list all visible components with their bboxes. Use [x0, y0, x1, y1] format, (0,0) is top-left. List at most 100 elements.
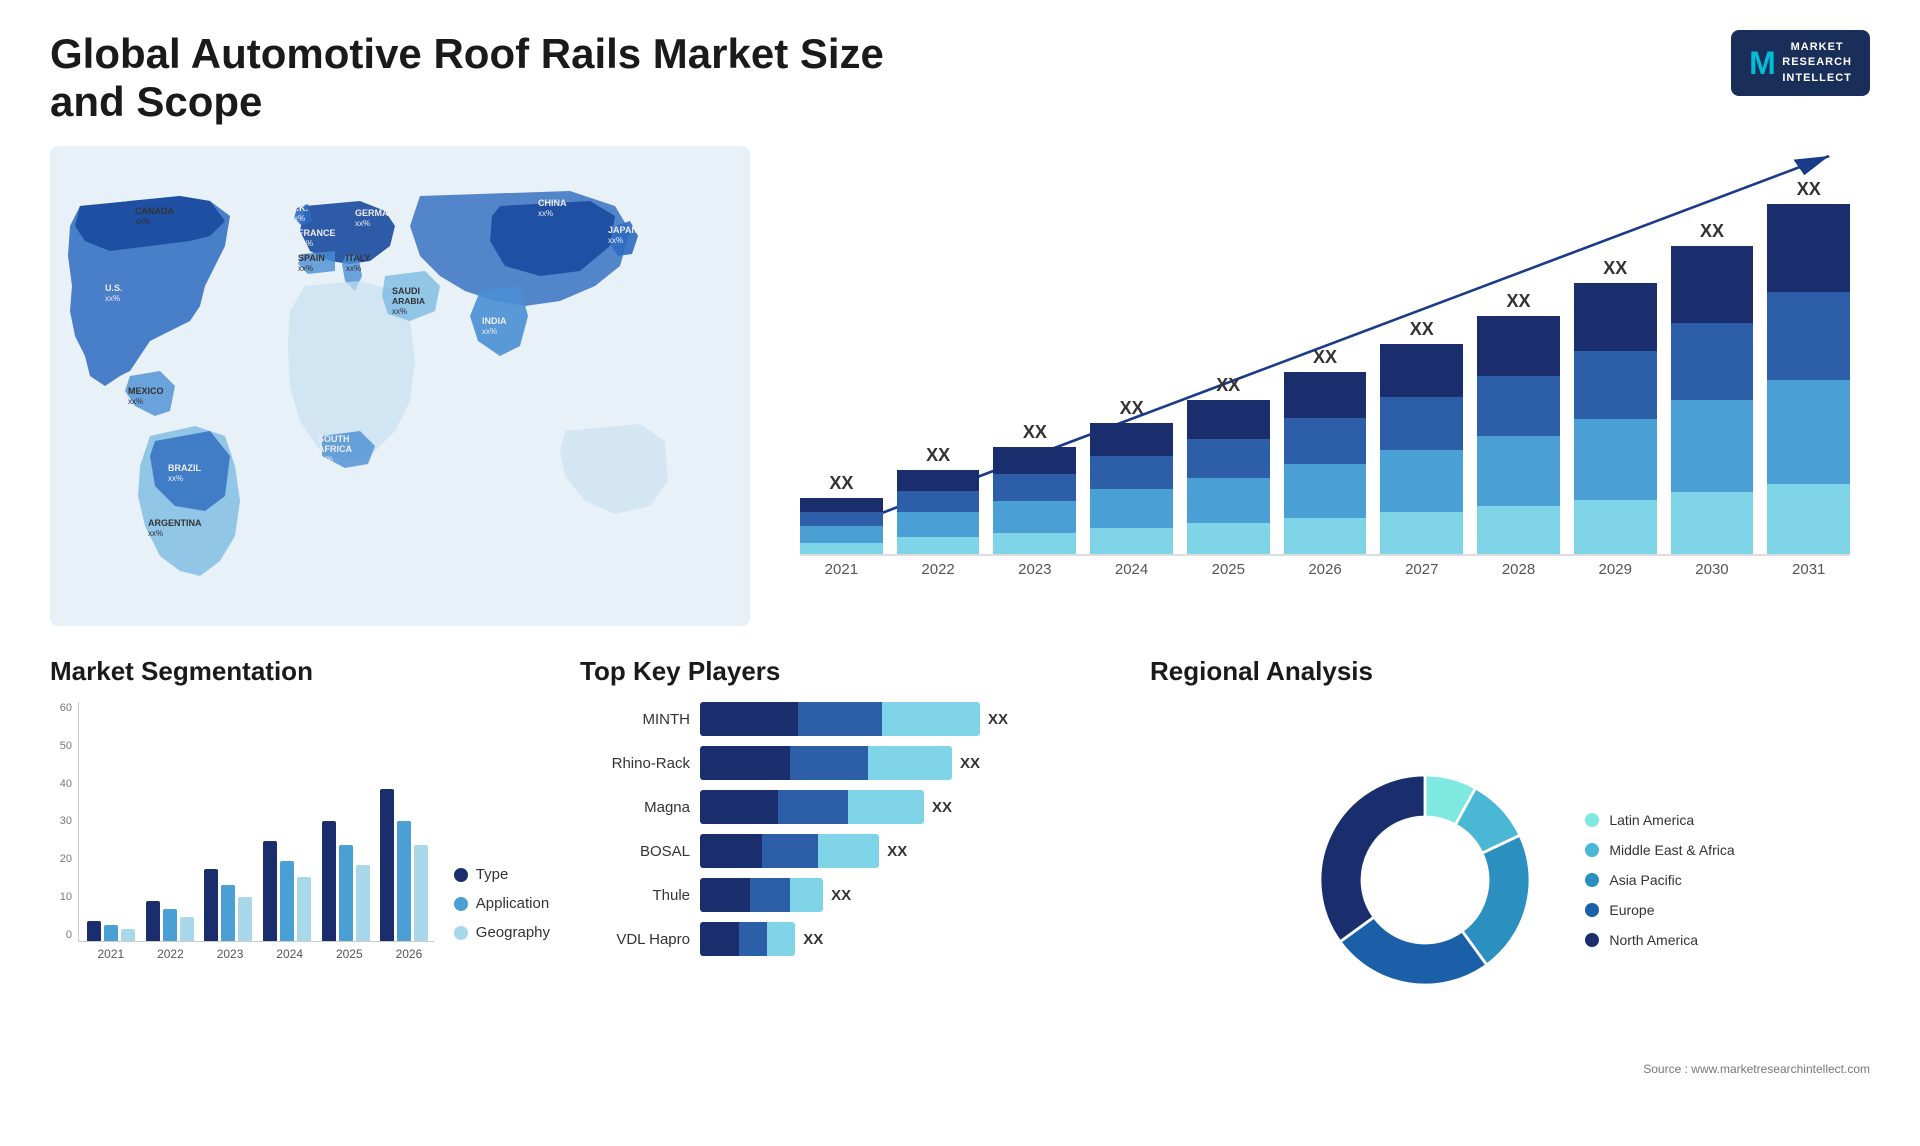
x-axis-label: 2022: [897, 561, 980, 578]
logo-area: M MARKET RESEARCH INTELLECT: [1731, 30, 1870, 96]
seg-x-label: 2022: [146, 947, 196, 961]
player-bar-segment: [790, 878, 824, 912]
player-bar-wrap: XX: [700, 834, 1120, 868]
player-xx: XX: [803, 931, 823, 948]
player-name: VDL Hapro: [580, 931, 690, 948]
bar-value: XX: [1216, 375, 1240, 396]
source-text: Source : www.marketresearchintellect.com: [1150, 1062, 1870, 1076]
regional-legend-label: Europe: [1609, 902, 1654, 918]
regional-legend: Latin AmericaMiddle East & AfricaAsia Pa…: [1585, 812, 1734, 948]
bar-segment: [993, 447, 1076, 474]
svg-text:xx%: xx%: [168, 474, 183, 483]
bar-segment: [1090, 489, 1173, 528]
bar-segment: [1090, 528, 1173, 554]
svg-text:SAUDI: SAUDI: [392, 286, 420, 296]
player-xx: XX: [988, 711, 1008, 728]
player-bar-segment: [848, 790, 924, 824]
svg-text:xx%: xx%: [298, 264, 313, 273]
player-row: MagnaXX: [580, 790, 1120, 824]
player-bar-segment: [868, 746, 952, 780]
player-row: VDL Hapro XX: [580, 922, 1120, 956]
bar-segment: [1574, 419, 1657, 500]
bar-segment: [1477, 316, 1560, 376]
players-list: MINTHXXRhino-RackXXMagnaXXBOSALXXThuleXX…: [580, 702, 1120, 956]
x-axis-labels: 2021202220232024202520262027202820292030…: [800, 561, 1850, 578]
bar-segment: [1187, 439, 1270, 478]
svg-text:xx%: xx%: [148, 529, 163, 538]
player-bar-wrap: XX: [700, 922, 1120, 956]
bar-segment: [1284, 418, 1367, 464]
seg-bar: [221, 885, 235, 941]
bar-group: XX: [1284, 347, 1367, 554]
logo-box: M MARKET RESEARCH INTELLECT: [1731, 30, 1870, 96]
legend-label: Application: [476, 895, 549, 912]
legend-label: Geography: [476, 924, 550, 941]
x-axis-label: 2029: [1574, 561, 1657, 578]
regional-legend-item: Europe: [1585, 902, 1734, 918]
bar-segment: [1477, 436, 1560, 507]
seg-year-group: [263, 841, 312, 941]
seg-x-label: 2023: [205, 947, 255, 961]
bar-stacked: [1380, 344, 1463, 554]
seg-x-label: 2024: [265, 947, 315, 961]
x-axis-label: 2023: [993, 561, 1076, 578]
svg-text:xx%: xx%: [135, 217, 150, 226]
seg-bars-container: [78, 702, 434, 942]
seg-bar: [238, 897, 252, 941]
player-bar-segment: [700, 878, 750, 912]
bar-segment: [993, 474, 1076, 501]
seg-year-group: [146, 901, 195, 941]
world-map: CANADA xx% U.S. xx% MEXICO xx% BRAZIL xx…: [50, 146, 750, 626]
svg-text:xx%: xx%: [538, 209, 553, 218]
regional-legend-item: Latin America: [1585, 812, 1734, 828]
bar-segment: [1767, 380, 1850, 485]
svg-text:SOUTH: SOUTH: [318, 434, 350, 444]
player-bar-segment: [700, 834, 762, 868]
segment-legend: Type Application Geography: [454, 866, 550, 961]
seg-bar: [356, 865, 370, 941]
bar-segment: [993, 533, 1076, 554]
regional-legend-dot: [1585, 933, 1599, 947]
player-bar-wrap: XX: [700, 878, 1120, 912]
bar-segment: [1671, 323, 1754, 400]
regional-legend-item: Middle East & Africa: [1585, 842, 1734, 858]
legend-item: Type: [454, 866, 550, 883]
top-key-players: Top Key Players MINTHXXRhino-RackXXMagna…: [580, 656, 1120, 1076]
player-row: Rhino-RackXX: [580, 746, 1120, 780]
bar-group: XX: [897, 445, 980, 554]
svg-text:GERMANY: GERMANY: [355, 208, 401, 218]
bar-value: XX: [1700, 221, 1724, 242]
svg-text:CANADA: CANADA: [135, 206, 174, 216]
bar-stacked: [1477, 316, 1560, 554]
x-axis-label: 2024: [1090, 561, 1173, 578]
svg-text:ARGENTINA: ARGENTINA: [148, 518, 202, 528]
bar-segment: [1380, 397, 1463, 450]
bar-segment: [897, 512, 980, 537]
player-bar-container: [700, 746, 952, 780]
bar-value: XX: [1313, 347, 1337, 368]
bar-value: XX: [1507, 291, 1531, 312]
seg-bar: [280, 861, 294, 941]
page-title: Global Automotive Roof Rails Market Size…: [50, 30, 950, 126]
bar-value: XX: [1410, 319, 1434, 340]
x-axis-label: 2030: [1671, 561, 1754, 578]
svg-text:U.K.: U.K.: [290, 203, 308, 213]
bar-stacked: [897, 470, 980, 554]
seg-bar: [297, 877, 311, 941]
svg-text:xx%: xx%: [105, 294, 120, 303]
player-bar-container: [700, 790, 924, 824]
player-bar-segment: [700, 922, 739, 956]
seg-x-label: 2026: [384, 947, 434, 961]
player-bar-segment: [818, 834, 880, 868]
x-axis-label: 2025: [1187, 561, 1270, 578]
player-xx: XX: [932, 799, 952, 816]
bar-segment: [1187, 523, 1270, 554]
svg-text:CHINA: CHINA: [538, 198, 567, 208]
bar-group: XX: [800, 473, 883, 554]
logo-text: MARKET RESEARCH INTELLECT: [1782, 40, 1852, 86]
bar-segment: [1284, 518, 1367, 554]
svg-text:xx%: xx%: [392, 307, 407, 316]
seg-bar: [204, 869, 218, 941]
player-bar-segment: [767, 922, 795, 956]
svg-text:xx%: xx%: [608, 236, 623, 245]
